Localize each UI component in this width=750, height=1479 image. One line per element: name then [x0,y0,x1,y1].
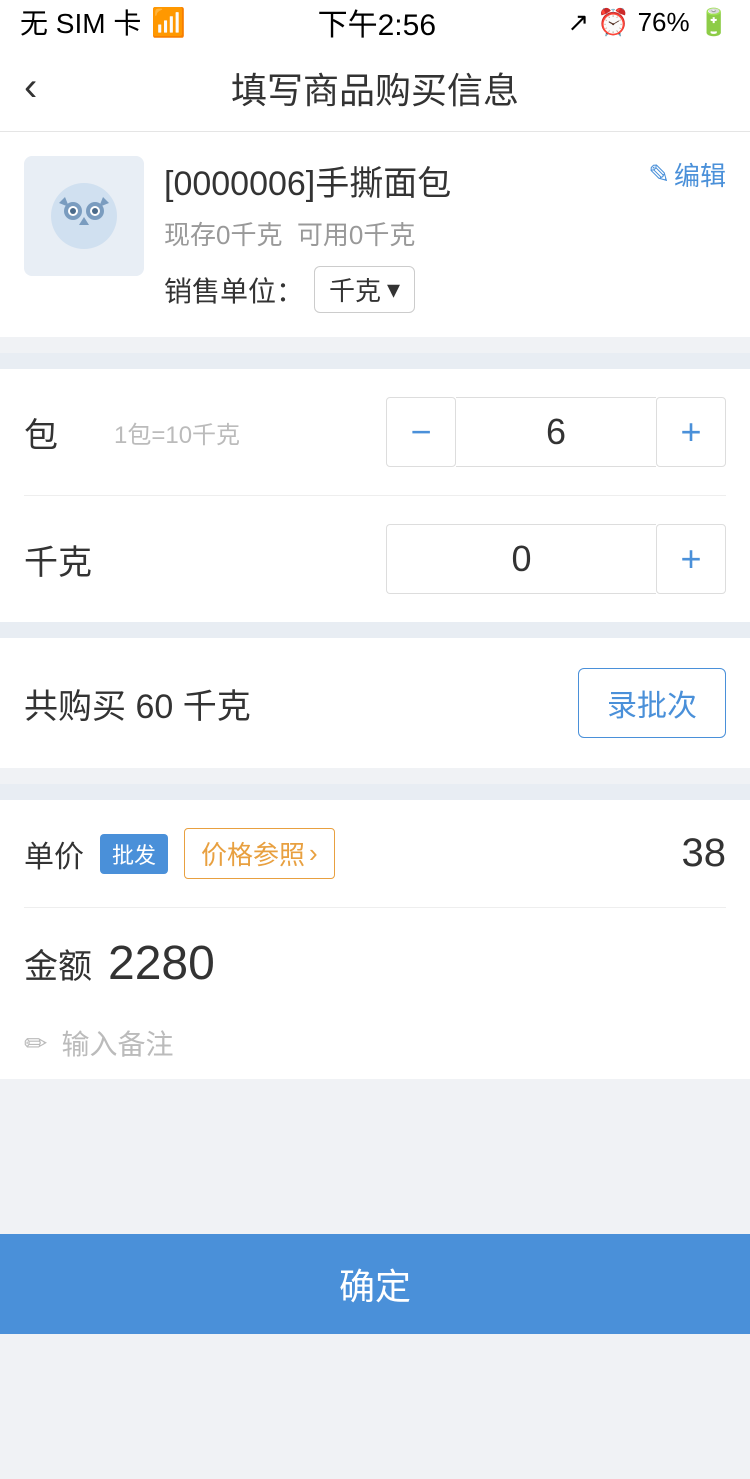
price-section: 单价 批发 价格参照 › 38 [0,800,750,908]
amount-label: 金额 [24,939,92,988]
status-left: 无 SIM 卡 📶 [20,2,186,42]
amount-row: 金额 2280 [24,936,726,991]
pencil-icon: ✏ [24,1027,47,1060]
amount-value: 2280 [108,936,215,991]
kg-input-row: 千克 + [24,496,726,622]
product-info: [0000006]手撕面包 现存0千克 可用0千克 销售单位： 千克 ▾ [164,156,726,313]
price-row: 单价 批发 价格参照 › 38 [24,800,726,908]
price-value: 38 [682,831,727,876]
kg-quantity-input[interactable] [386,524,656,594]
wifi-icon: 📶 [151,6,186,39]
product-name: [0000006]手撕面包 [164,156,726,205]
back-button[interactable]: ‹ [24,65,37,110]
chevron-right-icon: › [309,838,318,869]
product-stock: 现存0千克 可用0千克 [164,215,726,252]
product-unit-row: 销售单位： 千克 ▾ [164,266,726,313]
confirm-bar[interactable]: 确定 [0,1234,750,1334]
wholesale-tag: 批发 [100,834,168,874]
kg-controls: + [386,524,726,594]
status-time: 下午2:56 [318,0,436,44]
section-separator-3 [0,784,750,800]
edit-icon: ✎ [648,159,670,190]
amount-section: 金额 2280 ✏ 输入备注 [0,908,750,1079]
unit-selector[interactable]: 千克 ▾ [314,266,415,313]
bag-label: 包 [24,408,104,457]
chevron-down-icon: ▾ [387,274,400,305]
page-title: 填写商品购买信息 [231,62,519,114]
bag-quantity-input[interactable] [456,397,656,467]
remark-row[interactable]: ✏ 输入备注 [24,1007,726,1079]
alarm-icon: ⏰ [597,7,629,38]
product-image [24,156,144,276]
price-label: 单价 [24,832,84,876]
batch-button[interactable]: 录批次 [578,668,726,738]
battery-text: 76% [638,7,690,38]
nav-bar: ‹ 填写商品购买信息 [0,44,750,132]
kg-label: 千克 [24,535,104,584]
price-reference-button[interactable]: 价格参照 › [184,828,335,879]
bag-input-row: 包 1包=10千克 − + [24,369,726,496]
summary-section: 共购买 60 千克 录批次 [0,638,750,768]
carrier-text: 无 SIM 卡 [20,2,141,42]
product-card: [0000006]手撕面包 现存0千克 可用0千克 销售单位： 千克 ▾ ✎ 编… [0,132,750,337]
bag-controls: − + [386,397,726,467]
status-bar: 无 SIM 卡 📶 下午2:56 ↗ ⏰ 76% 🔋 [0,0,750,44]
edit-button[interactable]: ✎ 编辑 [648,156,726,193]
section-separator-1 [0,353,750,369]
unit-label: 销售单位： [164,270,304,310]
remark-placeholder: 输入备注 [61,1023,173,1063]
bag-plus-button[interactable]: + [656,397,726,467]
battery-icon: 🔋 [698,7,730,38]
bag-minus-button[interactable]: − [386,397,456,467]
confirm-text: 确定 [339,1258,411,1310]
section-separator-2 [0,622,750,638]
bag-hint: 1包=10千克 [114,415,386,450]
summary-text: 共购买 60 千克 [24,679,251,728]
quantity-section: 包 1包=10千克 − + 千克 + [0,369,750,622]
status-right: ↗ ⏰ 76% 🔋 [567,7,730,38]
kg-plus-button[interactable]: + [656,524,726,594]
location-icon: ↗ [567,7,589,38]
